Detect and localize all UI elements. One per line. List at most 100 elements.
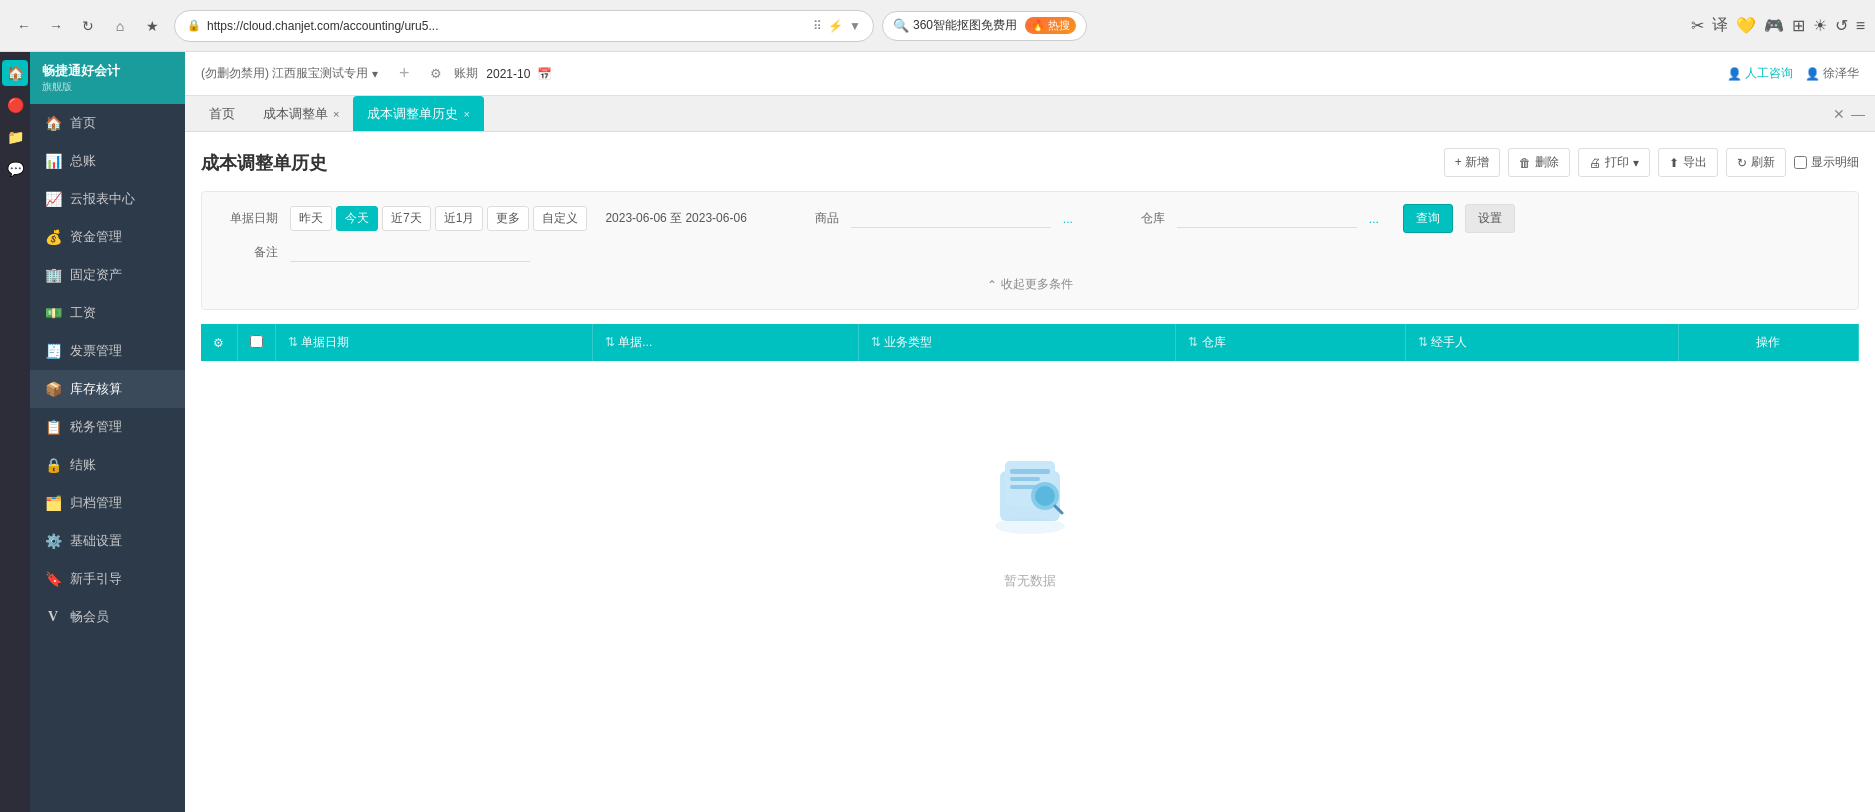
tab-cost-adjust-history[interactable]: 成本调整单历史 × bbox=[353, 96, 483, 131]
user-menu[interactable]: 👤 徐泽华 bbox=[1805, 65, 1859, 82]
sidebar-item-tax[interactable]: 📋 税务管理 bbox=[30, 408, 185, 446]
new-button[interactable]: + 新增 bbox=[1444, 148, 1500, 177]
show-columns-checkbox[interactable]: 显示明细 bbox=[1794, 154, 1859, 171]
settings-gear-icon[interactable]: ⚙ bbox=[430, 66, 442, 81]
menu-icon: ⠿ bbox=[813, 19, 822, 33]
filter-row-date: 单据日期 昨天 今天 近7天 近1月 更多 自定义 2023-06-06 至 2… bbox=[218, 204, 1842, 233]
sidebar-item-invoice[interactable]: 🧾 发票管理 bbox=[30, 332, 185, 370]
reset-button[interactable]: 设置 bbox=[1465, 204, 1515, 233]
add-tab-button[interactable]: + bbox=[390, 60, 418, 88]
query-button[interactable]: 查询 bbox=[1403, 204, 1453, 233]
close-all-button[interactable]: ✕ bbox=[1833, 106, 1845, 122]
export-button[interactable]: ⬆ 导出 bbox=[1658, 148, 1718, 177]
date-btn-today[interactable]: 今天 bbox=[336, 206, 378, 231]
date-btn-more[interactable]: 更多 bbox=[487, 206, 529, 231]
bookmark-button[interactable]: ★ bbox=[138, 12, 166, 40]
sidebar-item-fixed-assets[interactable]: 🏢 固定资产 bbox=[30, 256, 185, 294]
delete-icon: 🗑 bbox=[1519, 156, 1531, 170]
back-button[interactable]: ← bbox=[10, 12, 38, 40]
table-header-warehouse[interactable]: ⇅ 仓库 bbox=[1176, 324, 1405, 361]
table-header-date[interactable]: ⇅ 单据日期 bbox=[275, 324, 592, 361]
sidebar-item-payroll[interactable]: 💵 工资 bbox=[30, 294, 185, 332]
address-bar[interactable]: 🔒 https://cloud.chanjet.com/accounting/u… bbox=[174, 10, 874, 42]
history-icon[interactable]: ↺ bbox=[1835, 16, 1848, 35]
sidebar-item-ledger[interactable]: 📊 总账 bbox=[30, 142, 185, 180]
theme-icon[interactable]: ☀ bbox=[1813, 16, 1827, 35]
table-header-checkbox[interactable] bbox=[237, 324, 275, 361]
minimize-icon[interactable]: — bbox=[1851, 106, 1865, 122]
svg-rect-3 bbox=[1010, 469, 1050, 474]
page-content: 成本调整单历史 + 新增 🗑 删除 🖨 打印 ▾ ⬆ 导出 bbox=[185, 132, 1875, 812]
translate-icon[interactable]: 译 bbox=[1712, 15, 1728, 36]
help-link[interactable]: 👤 人工咨询 bbox=[1727, 65, 1793, 82]
tab-cost-adjust-history-close[interactable]: × bbox=[463, 108, 469, 120]
show-columns-label: 显示明细 bbox=[1811, 154, 1859, 171]
settings-col-icon: ⚙ bbox=[213, 336, 224, 350]
settings-icon: ⚙️ bbox=[44, 533, 62, 549]
collapse-button[interactable]: ⌃ 收起更多条件 bbox=[977, 272, 1083, 297]
export-icon: ⬆ bbox=[1669, 156, 1679, 170]
sidebar-label-fund: 资金管理 bbox=[70, 228, 122, 246]
goods-more-btn[interactable]: ... bbox=[1063, 212, 1073, 226]
wallet-icon[interactable]: 💛 bbox=[1736, 16, 1756, 35]
table-header-biztype[interactable]: ⇅ 业务类型 bbox=[858, 324, 1175, 361]
print-label: 打印 bbox=[1605, 154, 1629, 171]
warehouse-filter-input[interactable] bbox=[1177, 209, 1357, 228]
print-button[interactable]: 🖨 打印 ▾ bbox=[1578, 148, 1650, 177]
sidebar-item-settings[interactable]: ⚙️ 基础设置 bbox=[30, 522, 185, 560]
actions-col-label: 操作 bbox=[1756, 335, 1780, 349]
icon-sidebar: 🏠 🔴 📁 💬 bbox=[0, 52, 30, 812]
note-filter-input[interactable] bbox=[290, 243, 530, 262]
archive-icon: 🗂️ bbox=[44, 495, 62, 511]
game-icon[interactable]: 🎮 bbox=[1764, 16, 1784, 35]
sidebar-item-closing[interactable]: 🔒 结账 bbox=[30, 446, 185, 484]
scissors-icon[interactable]: ✂ bbox=[1691, 16, 1704, 35]
warehouse-more-btn[interactable]: ... bbox=[1369, 212, 1379, 226]
svg-rect-4 bbox=[1010, 477, 1040, 481]
date-btn-1month[interactable]: 近1月 bbox=[435, 206, 484, 231]
company-selector[interactable]: (勿删勿禁用) 江西服宝测试专用 ▾ bbox=[201, 65, 378, 82]
sidebar-label-reports: 云报表中心 bbox=[70, 190, 135, 208]
sidebar-item-guide[interactable]: 🔖 新手引导 bbox=[30, 560, 185, 598]
tab-cost-adjust[interactable]: 成本调整单 × bbox=[249, 96, 353, 131]
date-btn-yesterday[interactable]: 昨天 bbox=[290, 206, 332, 231]
sidebar-label-member: 畅会员 bbox=[70, 608, 109, 626]
home-button[interactable]: ⌂ bbox=[106, 12, 134, 40]
sidebar-item-inventory[interactable]: 📦 库存核算 bbox=[30, 370, 185, 408]
icon-sidebar-extra2[interactable]: 💬 bbox=[2, 156, 28, 182]
sidebar-label-archive: 归档管理 bbox=[70, 494, 122, 512]
inventory-icon: 📦 bbox=[44, 381, 62, 397]
icon-sidebar-extra1[interactable]: 📁 bbox=[2, 124, 28, 150]
goods-filter-input[interactable] bbox=[851, 209, 1051, 228]
date-btn-custom[interactable]: 自定义 bbox=[533, 206, 587, 231]
sidebar-item-member[interactable]: V 畅会员 bbox=[30, 598, 185, 636]
refresh-button[interactable]: ↻ bbox=[74, 12, 102, 40]
period-selector[interactable]: 账期 2021-10 📅 bbox=[454, 65, 552, 82]
sidebar-item-reports[interactable]: 📈 云报表中心 bbox=[30, 180, 185, 218]
show-columns-input[interactable] bbox=[1794, 156, 1807, 169]
search-bar[interactable]: 🔍 360智能抠图免费用 🔥 热搜 bbox=[882, 11, 1087, 41]
tab-home[interactable]: 首页 bbox=[195, 96, 249, 131]
menu-dots-icon[interactable]: ≡ bbox=[1856, 17, 1865, 35]
sidebar-label-inventory: 库存核算 bbox=[70, 380, 122, 398]
sidebar-item-fund[interactable]: 💰 资金管理 bbox=[30, 218, 185, 256]
tab-cost-adjust-close[interactable]: × bbox=[333, 108, 339, 120]
sidebar-item-archive[interactable]: 🗂️ 归档管理 bbox=[30, 484, 185, 522]
operator-col-sort-icon: ⇅ bbox=[1418, 335, 1428, 349]
ledger-icon: 📊 bbox=[44, 153, 62, 169]
grid-icon[interactable]: ⊞ bbox=[1792, 16, 1805, 35]
select-all-checkbox[interactable] bbox=[250, 335, 263, 348]
refresh-button-page[interactable]: ↻ 刷新 bbox=[1726, 148, 1786, 177]
icon-sidebar-social[interactable]: 🔴 bbox=[2, 92, 28, 118]
page-title-row: 成本调整单历史 + 新增 🗑 删除 🖨 打印 ▾ ⬆ 导出 bbox=[201, 148, 1859, 177]
delete-button[interactable]: 🗑 删除 bbox=[1508, 148, 1570, 177]
date-btn-7days[interactable]: 近7天 bbox=[382, 206, 431, 231]
main-sidebar: 畅捷通好会计 旗舰版 🏠 首页 📊 总账 📈 云报表中心 💰 资金管理 bbox=[30, 52, 185, 812]
sidebar-item-home[interactable]: 🏠 首页 bbox=[30, 104, 185, 142]
table-header-settings[interactable]: ⚙ bbox=[201, 324, 237, 361]
icon-sidebar-app[interactable]: 🏠 bbox=[2, 60, 28, 86]
table-header-operator[interactable]: ⇅ 经手人 bbox=[1405, 324, 1678, 361]
forward-button[interactable]: → bbox=[42, 12, 70, 40]
table-header-voucher[interactable]: ⇅ 单据... bbox=[592, 324, 858, 361]
biztype-col-sort-icon: ⇅ bbox=[871, 335, 881, 349]
